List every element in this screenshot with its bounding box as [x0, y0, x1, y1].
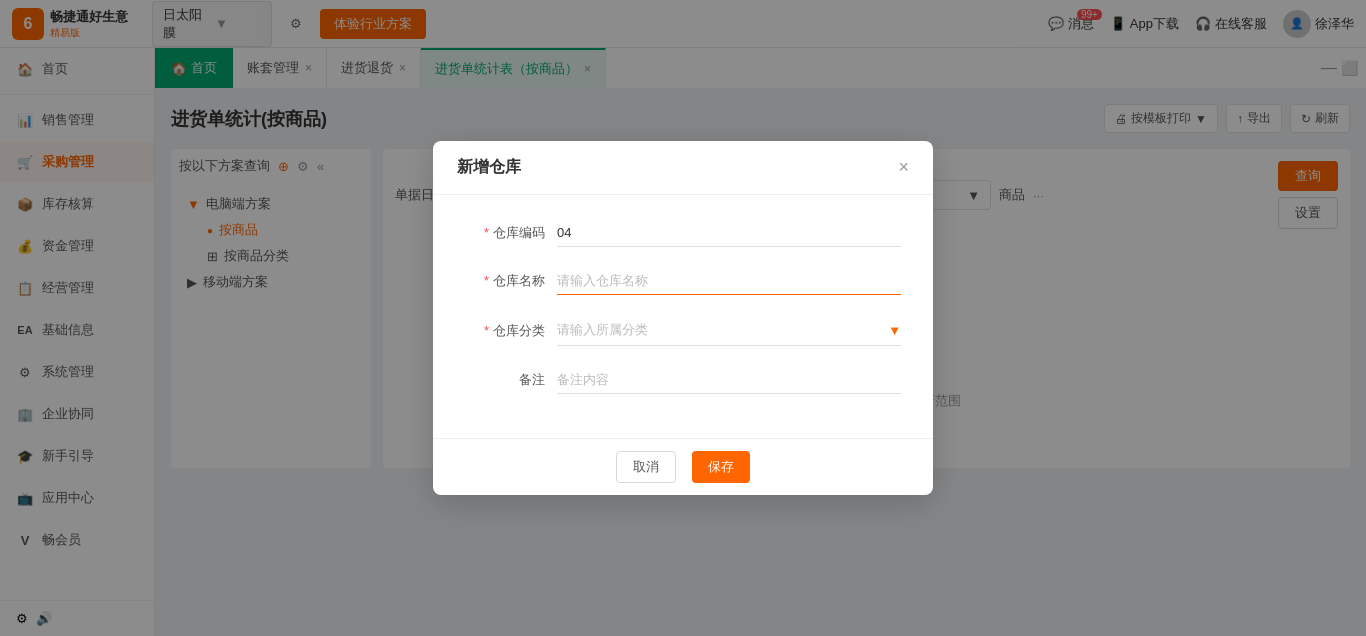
warehouse-code-input[interactable]: [557, 219, 901, 247]
warehouse-category-select[interactable]: 请输入所属分类 ▼: [557, 315, 901, 346]
form-row-name: 仓库名称: [465, 267, 901, 295]
modal-footer: 取消 保存: [433, 438, 933, 495]
save-btn[interactable]: 保存: [692, 451, 750, 483]
form-row-category: 仓库分类 请输入所属分类 ▼: [465, 315, 901, 346]
modal-title: 新增仓库: [457, 157, 521, 178]
cancel-btn[interactable]: 取消: [616, 451, 676, 483]
category-placeholder: 请输入所属分类: [557, 321, 648, 339]
form-row-code: 仓库编码: [465, 219, 901, 247]
warehouse-code-label: 仓库编码: [465, 224, 545, 242]
modal-body: 仓库编码 仓库名称 仓库分类 请输入所属分类 ▼ 备注: [433, 195, 933, 438]
warehouse-category-label: 仓库分类: [465, 322, 545, 340]
warehouse-name-input[interactable]: [557, 267, 901, 295]
warehouse-name-label: 仓库名称: [465, 272, 545, 290]
category-arrow-icon: ▼: [888, 323, 901, 338]
modal-overlay[interactable]: 新增仓库 × 仓库编码 仓库名称 仓库分类 请输入所属分类 ▼: [0, 0, 1366, 636]
note-label: 备注: [465, 371, 545, 389]
modal-header: 新增仓库 ×: [433, 141, 933, 195]
form-row-note: 备注: [465, 366, 901, 394]
modal-close-btn[interactable]: ×: [898, 157, 909, 178]
note-input[interactable]: [557, 366, 901, 394]
add-warehouse-modal: 新增仓库 × 仓库编码 仓库名称 仓库分类 请输入所属分类 ▼: [433, 141, 933, 495]
